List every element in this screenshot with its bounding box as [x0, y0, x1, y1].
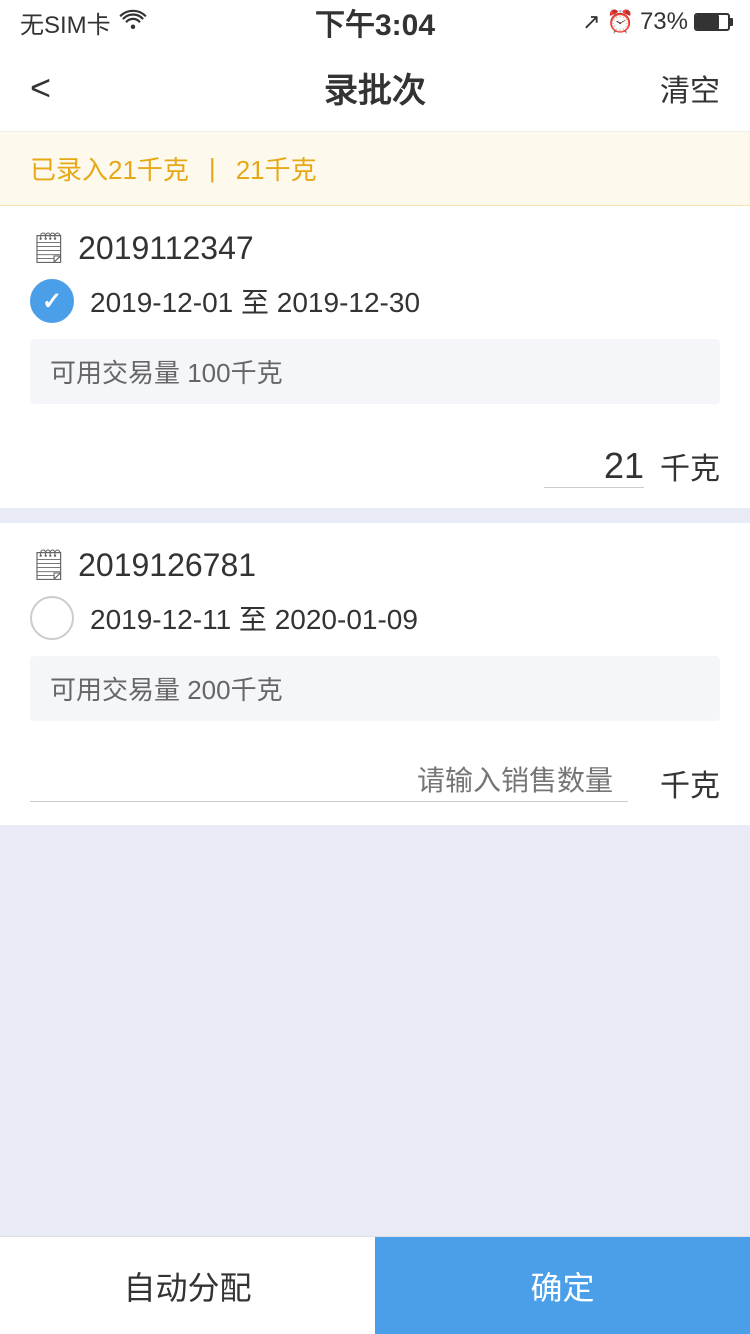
batch-1-unit: 千克 [660, 444, 720, 488]
back-button[interactable]: < [30, 67, 90, 109]
auto-distribute-button[interactable]: 自动分配 [0, 1237, 375, 1334]
clear-button[interactable]: 清空 [660, 66, 720, 110]
page-title: 录批次 [324, 63, 426, 112]
batch-2-icon: 🗒 [30, 548, 68, 583]
batch-1-available: 可用交易量 100千克 [30, 339, 720, 404]
status-right: ↗ ⏰ 73% [582, 8, 730, 36]
total-label: 21千克 [236, 150, 317, 187]
batch-2-unit: 千克 [660, 761, 720, 805]
bottom-bar: 自动分配 确定 [0, 1236, 750, 1334]
batch-2-date: 2019-12-11 至 2020-01-09 [90, 598, 418, 638]
info-banner: 已录入21千克 | 21千克 [0, 132, 750, 206]
batch-1-quantity-underline: 21 [544, 445, 644, 488]
info-divider: | [209, 153, 216, 184]
batch-item-2: 🗒 2019126781 2019-12-11 至 2020-01-09 可用交… [0, 523, 750, 826]
batch-2-id: 2019126781 [78, 547, 256, 584]
batch-2-input-row[interactable]: 千克 [0, 741, 750, 826]
section-divider [0, 509, 750, 523]
batch-1-quantity-row: 21 千克 [0, 424, 750, 509]
nav-bar: < 录批次 清空 [0, 44, 750, 132]
batch-1-id-row: 🗒 2019112347 [30, 230, 720, 267]
batch-2-date-row[interactable]: 2019-12-11 至 2020-01-09 [30, 596, 720, 640]
batch-1-quantity: 21 [604, 445, 644, 486]
recorded-label: 已录入21千克 [30, 150, 189, 187]
alarm-icon: ⏰ [607, 9, 634, 35]
batch-1-date: 2019-12-01 至 2019-12-30 [90, 281, 420, 321]
batch-1-date-row[interactable]: 2019-12-01 至 2019-12-30 [30, 279, 720, 323]
batch-2-id-row: 🗒 2019126781 [30, 547, 720, 584]
batch-2-radio[interactable] [30, 596, 74, 640]
batch-1-id: 2019112347 [78, 230, 254, 267]
batch-item-1: 🗒 2019112347 2019-12-01 至 2019-12-30 可用交… [0, 206, 750, 509]
confirm-button[interactable]: 确定 [375, 1237, 750, 1334]
battery-icon [694, 13, 730, 31]
carrier-label: 无SIM卡 [20, 5, 111, 40]
batch-2-available: 可用交易量 200千克 [30, 656, 720, 721]
gray-area [0, 826, 750, 1246]
status-time: 下午3:04 [315, 0, 435, 44]
location-icon: ↗ [582, 9, 600, 35]
batch-2-input-underline [30, 765, 628, 802]
batch-1-icon: 🗒 [30, 231, 68, 266]
status-bar: 无SIM卡 下午3:04 ↗ ⏰ 73% [0, 0, 750, 44]
wifi-icon [119, 8, 147, 36]
battery-label: 73% [640, 8, 688, 36]
batch-2-quantity-input[interactable] [30, 765, 628, 797]
status-left: 无SIM卡 [20, 5, 147, 40]
batch-1-radio[interactable] [30, 279, 74, 323]
